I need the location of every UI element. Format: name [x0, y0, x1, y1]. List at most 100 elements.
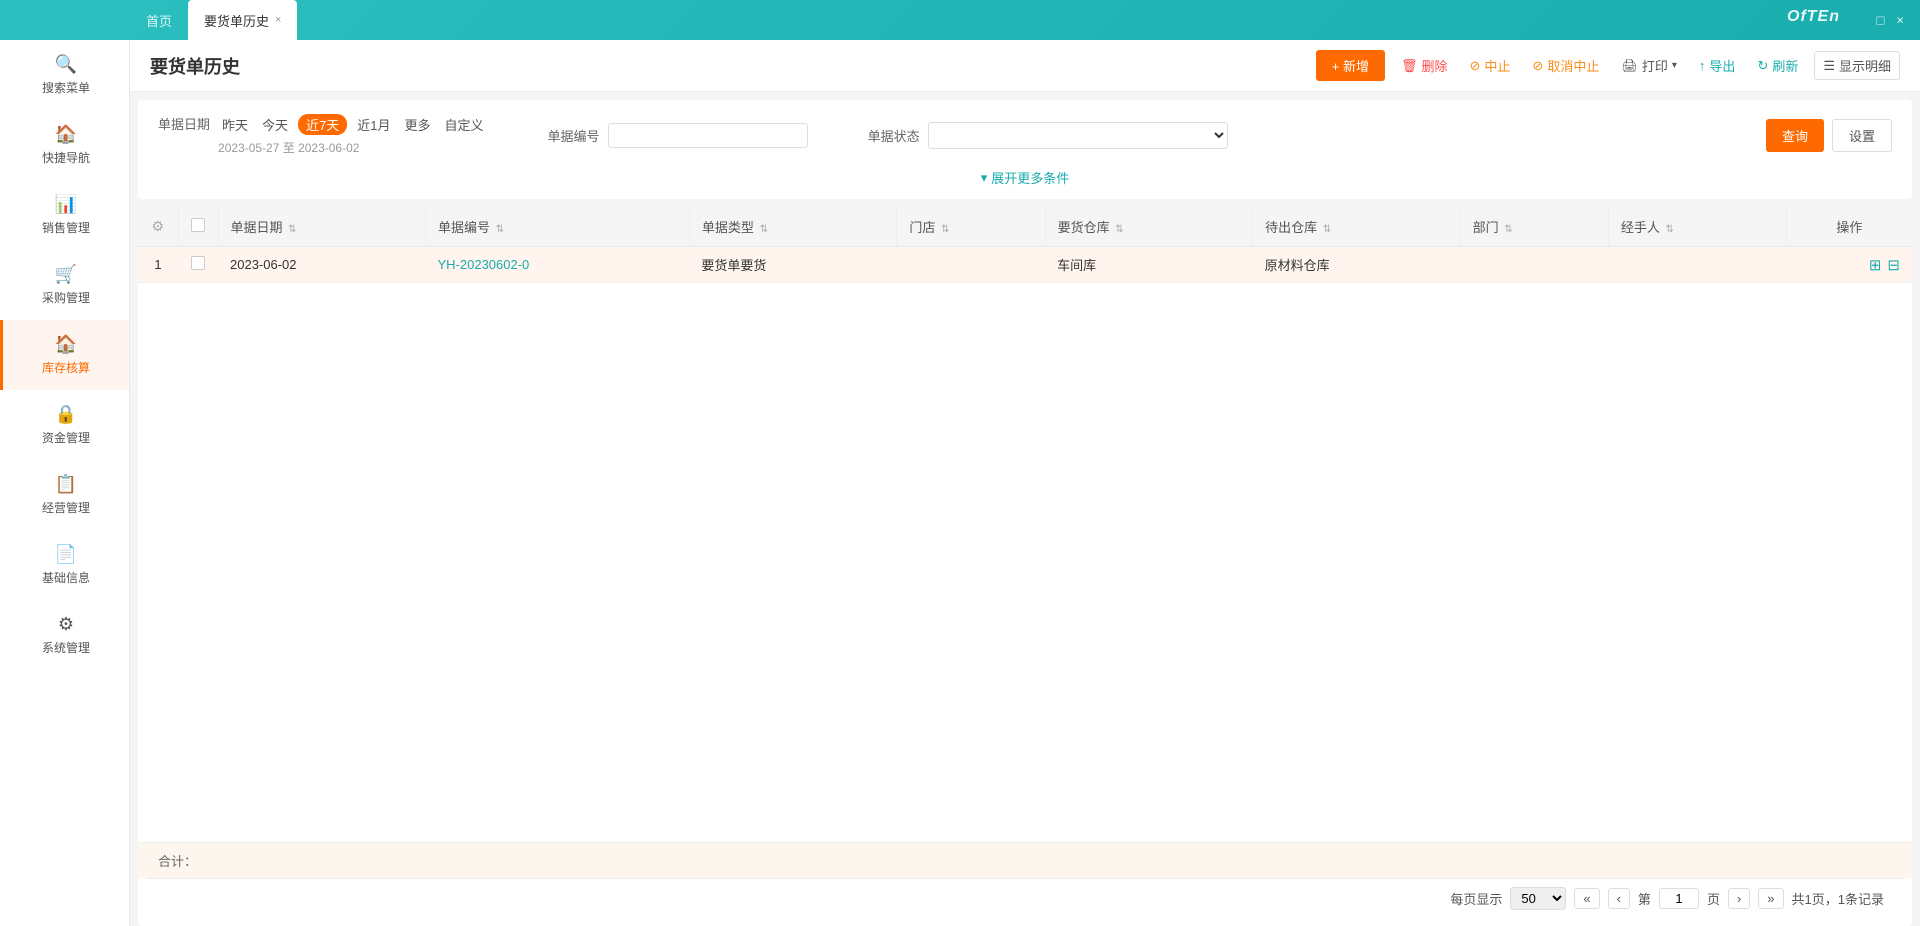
- prev-page-button[interactable]: ‹: [1608, 888, 1630, 909]
- tab-active[interactable]: 要货单历史 ×: [188, 0, 297, 40]
- td-checkbox[interactable]: [178, 247, 218, 283]
- more-action-icon[interactable]: ⊟: [1887, 256, 1900, 274]
- main-content: 要货单历史 + 新增 🗑 删除 ⊘ 中止 ⊘ 取消中止 🖨 打印: [130, 40, 1920, 926]
- shortcut-today[interactable]: 今天: [258, 114, 292, 135]
- export-button[interactable]: ↑ 导出: [1693, 52, 1742, 79]
- expand-more-button[interactable]: ▾ 展开更多条件: [158, 164, 1892, 191]
- suspend-button[interactable]: ⊘ 中止: [1463, 52, 1516, 79]
- sidebar-item-system[interactable]: ⚙ 系统管理: [0, 600, 129, 670]
- sidebar-item-sales[interactable]: 📊 销售管理: [0, 180, 129, 250]
- sort-handler-icon: ⇅: [1665, 224, 1673, 235]
- th-store[interactable]: 门店 ⇅: [897, 207, 1045, 247]
- sort-pending-warehouse-icon: ⇅: [1323, 224, 1331, 235]
- sort-doc-no-icon: ⇅: [496, 224, 504, 235]
- th-settings[interactable]: ⚙: [138, 207, 178, 247]
- date-filter-label: 单据日期: [158, 114, 210, 133]
- doc-status-label: 单据状态: [868, 126, 920, 145]
- th-doc-no[interactable]: 单据编号 ⇅: [425, 207, 689, 247]
- table-footer: 合计：: [138, 842, 1912, 878]
- brand-logo: OfTEn: [1787, 8, 1840, 26]
- th-doc-date[interactable]: 单据日期 ⇅: [218, 207, 425, 247]
- cancel-suspend-button[interactable]: ⊘ 取消中止: [1526, 52, 1605, 79]
- shortcut-yesterday[interactable]: 昨天: [218, 114, 252, 135]
- query-button[interactable]: 查询: [1766, 119, 1824, 152]
- layout: 🔍 搜索菜单 🏠 快捷导航 📊 销售管理 🛒 采购管理 🏠 库存核算 🔒 资金管…: [0, 40, 1920, 926]
- sort-doc-type-icon: ⇅: [760, 224, 768, 235]
- sort-doc-date-icon: ⇅: [288, 224, 296, 235]
- page-input[interactable]: [1659, 888, 1699, 909]
- settings-button[interactable]: 设置: [1832, 119, 1892, 152]
- doc-no-filter-group: 单据编号: [548, 123, 808, 148]
- column-settings-icon[interactable]: ⚙: [151, 218, 164, 234]
- doc-no-link[interactable]: YH-20230602-0: [437, 257, 529, 272]
- toolbar: + 新增 🗑 删除 ⊘ 中止 ⊘ 取消中止 🖨 打印 ▾: [1316, 50, 1900, 81]
- suspend-icon: ⊘: [1469, 58, 1480, 74]
- doc-status-filter-group: 单据状态: [868, 122, 1746, 149]
- finance-icon: 🔒: [55, 404, 77, 425]
- sort-req-warehouse-icon: ⇅: [1115, 224, 1123, 235]
- page-title: 要货单历史: [150, 53, 240, 79]
- th-department[interactable]: 部门 ⇅: [1460, 207, 1608, 247]
- table-container: ⚙ 单据日期 ⇅ 单据编号 ⇅: [138, 207, 1912, 926]
- td-doc-no[interactable]: YH-20230602-0: [425, 247, 689, 283]
- row-checkbox[interactable]: [191, 256, 205, 270]
- th-pending-warehouse[interactable]: 待出仓库 ⇅: [1253, 207, 1460, 247]
- new-button[interactable]: + 新增: [1316, 50, 1385, 81]
- system-icon: ⚙: [58, 614, 74, 635]
- th-req-warehouse[interactable]: 要货仓库 ⇅: [1045, 207, 1252, 247]
- select-all-checkbox[interactable]: [191, 218, 205, 232]
- tab-close-icon[interactable]: ×: [275, 14, 281, 26]
- per-page-select[interactable]: 50 10 20 100: [1510, 887, 1566, 910]
- th-handler[interactable]: 经手人 ⇅: [1608, 207, 1786, 247]
- last-page-button[interactable]: »: [1758, 888, 1783, 909]
- maximize-button[interactable]: □: [1877, 13, 1885, 28]
- sidebar-item-label: 快捷导航: [42, 149, 90, 166]
- data-table: ⚙ 单据日期 ⇅ 单据编号 ⇅: [138, 207, 1912, 283]
- sidebar-item-label: 销售管理: [42, 219, 90, 236]
- table-row[interactable]: 1 2023-06-02 YH-20230602-0 要货单要货 车间库 原材料…: [138, 247, 1912, 283]
- doc-no-label: 单据编号: [548, 126, 600, 145]
- total-label: 合计：: [158, 851, 197, 870]
- next-page-button[interactable]: ›: [1728, 888, 1750, 909]
- sidebar-item-basic-info[interactable]: 📄 基础信息: [0, 530, 129, 600]
- th-actions: 操作: [1786, 207, 1912, 247]
- sidebar-item-purchase[interactable]: 🛒 采购管理: [0, 250, 129, 320]
- print-button[interactable]: 🖨 打印 ▾: [1615, 52, 1683, 79]
- sidebar-item-label: 基础信息: [42, 569, 90, 586]
- purchase-icon: 🛒: [55, 264, 77, 285]
- td-store: [897, 247, 1045, 283]
- date-range-display: 2023-05-27 至 2023-06-02: [218, 139, 488, 156]
- close-window-button[interactable]: ×: [1896, 13, 1904, 28]
- sidebar-item-quick-nav[interactable]: 🏠 快捷导航: [0, 110, 129, 180]
- shortcut-7days[interactable]: 近7天: [298, 114, 347, 135]
- sidebar-item-label: 库存核算: [42, 359, 90, 376]
- sidebar-item-label: 搜索菜单: [42, 79, 90, 96]
- page-suffix: 页: [1707, 889, 1720, 908]
- doc-no-input[interactable]: [608, 123, 808, 148]
- sidebar-item-operations[interactable]: 📋 经营管理: [0, 460, 129, 530]
- shortcut-1month[interactable]: 近1月: [353, 114, 394, 135]
- delete-button[interactable]: 🗑 删除: [1395, 52, 1454, 79]
- view-action-icon[interactable]: ⊞: [1869, 256, 1882, 274]
- print-dropdown-icon: ▾: [1672, 60, 1677, 71]
- th-doc-type[interactable]: 单据类型 ⇅: [689, 207, 896, 247]
- shortcut-custom[interactable]: 自定义: [441, 114, 488, 135]
- sales-icon: 📊: [55, 194, 77, 215]
- sidebar-item-label: 经营管理: [42, 499, 90, 516]
- th-checkbox[interactable]: [178, 207, 218, 247]
- sidebar-item-inventory[interactable]: 🏠 库存核算: [0, 320, 129, 390]
- table-wrapper[interactable]: ⚙ 单据日期 ⇅ 单据编号 ⇅: [138, 207, 1912, 842]
- delete-icon: 🗑: [1401, 58, 1418, 74]
- page-header: 要货单历史 + 新增 🗑 删除 ⊘ 中止 ⊘ 取消中止 🖨 打印: [130, 40, 1920, 92]
- sidebar-item-search-menu[interactable]: 🔍 搜索菜单: [0, 40, 129, 110]
- sidebar-item-finance[interactable]: 🔒 资金管理: [0, 390, 129, 460]
- shortcut-more[interactable]: 更多: [401, 114, 435, 135]
- doc-status-select[interactable]: [928, 122, 1228, 149]
- refresh-button[interactable]: ↻ 刷新: [1751, 52, 1804, 79]
- tab-home[interactable]: 首页: [130, 0, 188, 40]
- sidebar-item-label: 资金管理: [42, 429, 90, 446]
- sidebar: 🔍 搜索菜单 🏠 快捷导航 📊 销售管理 🛒 采购管理 🏠 库存核算 🔒 资金管…: [0, 40, 130, 926]
- first-page-button[interactable]: «: [1574, 888, 1599, 909]
- basic-info-icon: 📄: [55, 544, 77, 565]
- display-detail-button[interactable]: ☰ 显示明细: [1814, 51, 1900, 80]
